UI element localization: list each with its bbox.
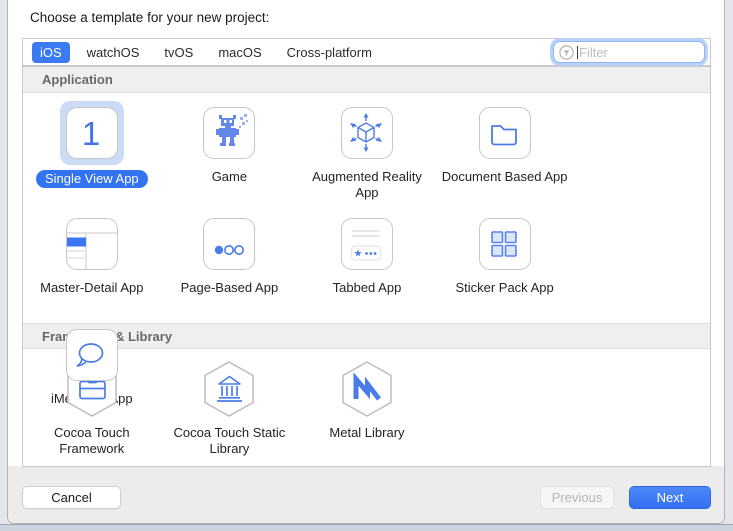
template-item-tabbed-app[interactable]: ★ Tabbed App bbox=[298, 212, 436, 323]
template-item-label: Single View App bbox=[35, 170, 148, 188]
tab-ios[interactable]: iOS bbox=[32, 41, 70, 63]
template-item-page-based-app[interactable]: Page-Based App bbox=[161, 212, 299, 323]
metal-library-icon bbox=[335, 357, 399, 421]
template-grid: 1 Single View App Game Augmented Reality Ap… bbox=[23, 93, 710, 406]
template-item-label: Augmented Reality App bbox=[312, 169, 422, 200]
tab-watchos[interactable]: watchOS bbox=[79, 42, 148, 63]
filter-field[interactable] bbox=[553, 41, 705, 63]
template-item-cocoa-touch-static-library[interactable]: Cocoa Touch Static Library bbox=[161, 357, 299, 466]
template-item-augmented-reality-app[interactable]: Augmented Reality App bbox=[298, 101, 436, 212]
template-item-label: Metal Library bbox=[329, 425, 405, 440]
next-button[interactable]: Next bbox=[629, 486, 711, 509]
cocoa-touch-static-library-icon bbox=[197, 357, 261, 421]
template-item-label: Page-Based App bbox=[180, 280, 279, 295]
template-item-single-view-app[interactable]: 1 Single View App bbox=[23, 101, 161, 212]
dialog-title: Choose a template for your new project: bbox=[30, 10, 270, 25]
template-grid: Cocoa Touch Framework Cocoa Touch Static … bbox=[23, 349, 710, 466]
template-item-sticker-pack-app[interactable]: Sticker Pack App bbox=[436, 212, 574, 323]
tab-tvos[interactable]: tvOS bbox=[156, 42, 201, 63]
cancel-button[interactable]: Cancel bbox=[22, 486, 121, 509]
imessage-icon bbox=[60, 323, 124, 387]
single-view-app-icon: 1 bbox=[59, 101, 124, 165]
template-chooser: Application 1 Single View App Game Augmented… bbox=[22, 66, 711, 467]
sticker-pack-icon bbox=[473, 212, 537, 276]
page-based-icon bbox=[197, 212, 261, 276]
document-based-icon bbox=[473, 101, 537, 165]
template-item-label: Document Based App bbox=[441, 169, 568, 184]
template-item-document-based-app[interactable]: Document Based App bbox=[436, 101, 574, 212]
xcode-new-project-dialog: Choose a template for your new project: … bbox=[0, 0, 733, 531]
template-item-game[interactable]: Game bbox=[161, 101, 299, 212]
filter-input[interactable] bbox=[578, 44, 699, 60]
svg-text:★: ★ bbox=[354, 248, 363, 259]
tabbed-app-icon: ★ bbox=[335, 212, 399, 276]
platform-tabbar: iOS watchOS tvOS macOS Cross-platform bbox=[22, 38, 711, 66]
section-header-framework-library: Framework & Library bbox=[23, 323, 710, 349]
template-item-metal-library[interactable]: Metal Library bbox=[298, 357, 436, 466]
master-detail-icon bbox=[60, 212, 124, 276]
template-item-master-detail-app[interactable]: Master-Detail App bbox=[23, 212, 161, 323]
svg-text:1: 1 bbox=[82, 115, 100, 152]
template-item-label: Master-Detail App bbox=[40, 280, 144, 295]
template-item-label: Tabbed App bbox=[332, 280, 402, 295]
template-item-label: Cocoa Touch Static Library bbox=[173, 425, 286, 456]
template-item-label: Sticker Pack App bbox=[455, 280, 554, 295]
tab-macos[interactable]: macOS bbox=[210, 42, 269, 63]
filter-icon bbox=[559, 44, 574, 60]
section-header-application: Application bbox=[23, 67, 710, 93]
window-bottom-edge bbox=[0, 524, 733, 531]
tab-cross-platform[interactable]: Cross-platform bbox=[279, 42, 380, 63]
previous-button[interactable]: Previous bbox=[540, 486, 614, 509]
augmented-reality-icon bbox=[335, 101, 399, 165]
template-item-label: Cocoa Touch Framework bbox=[53, 425, 130, 456]
game-icon bbox=[197, 101, 261, 165]
template-item-label: Game bbox=[211, 169, 248, 184]
